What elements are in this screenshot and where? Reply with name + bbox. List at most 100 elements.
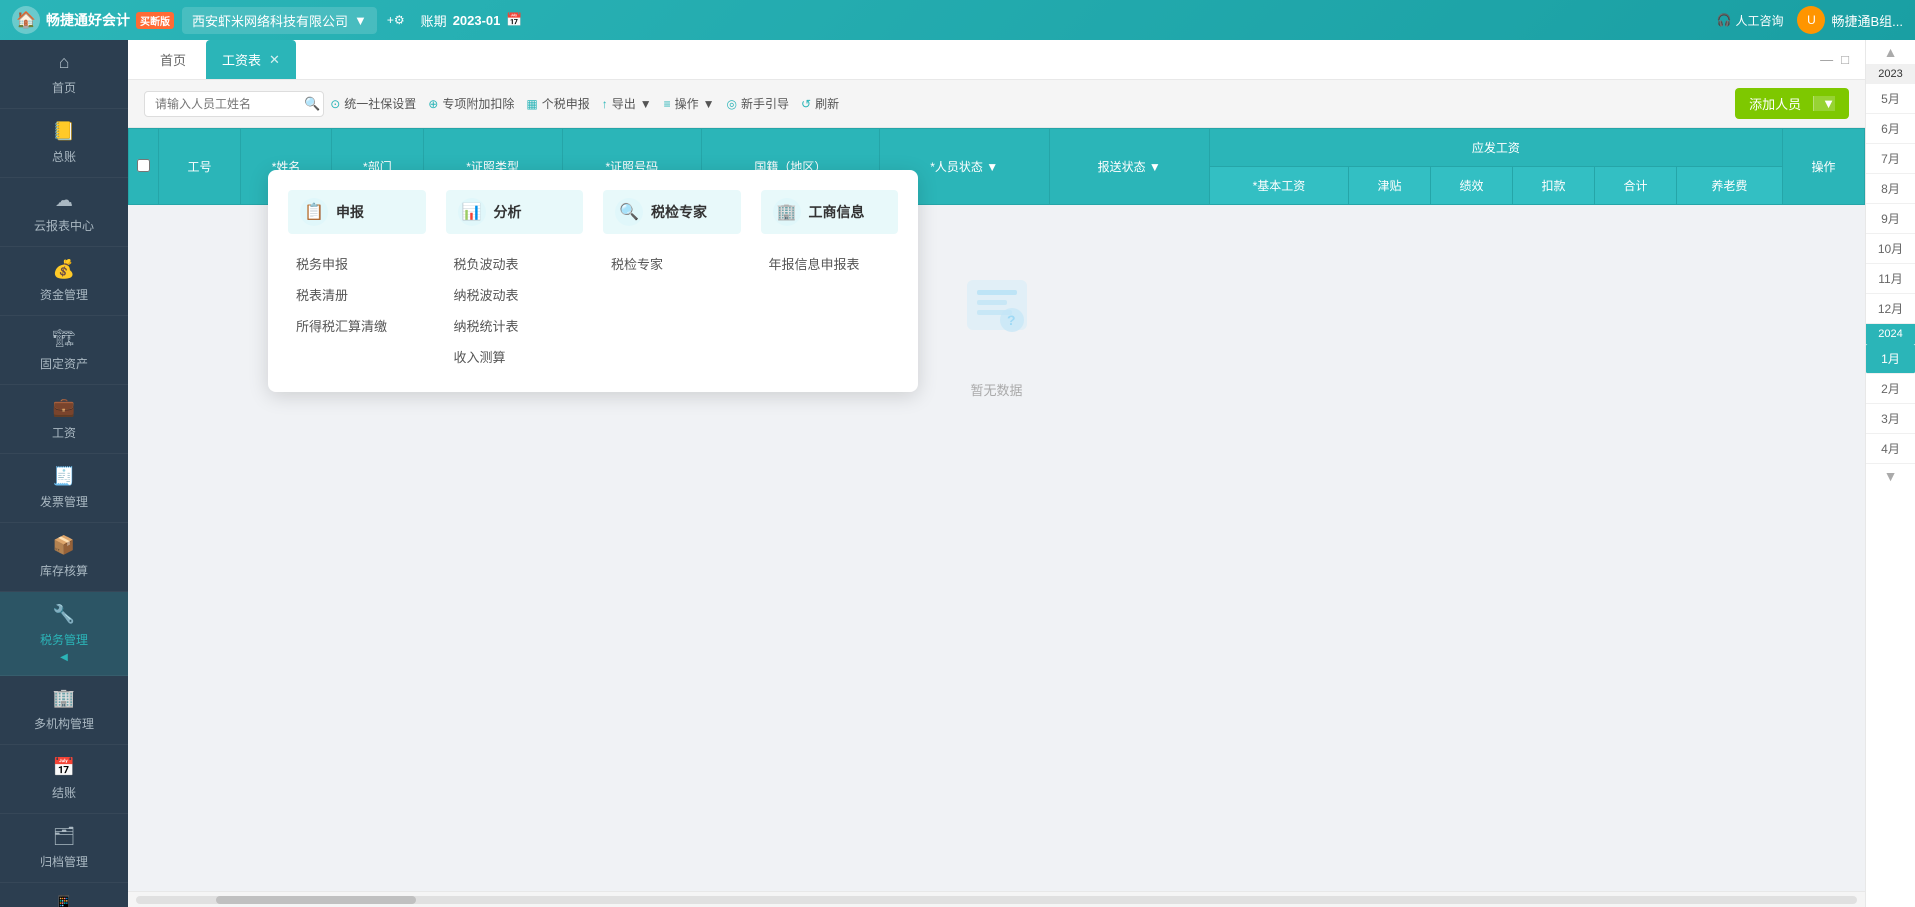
special-icon: ⊕	[428, 97, 438, 111]
new-guide-button[interactable]: ◎ 新手引导	[727, 95, 790, 112]
right-calendar: ▲ 2023 5月 6月 7月 8月 9月 10月 11月 12月 2024 1…	[1865, 40, 1915, 907]
sidebar-item-cloud-report[interactable]: ☁ 云报表中心	[0, 178, 128, 247]
sidebar-item-label: 固定资产	[40, 355, 88, 372]
sidebar-item-label: 总账	[52, 148, 76, 165]
sidebar-item-fixed-assets[interactable]: 🏗 固定资产	[0, 316, 128, 385]
sidebar-item-salary[interactable]: 💼 工资	[0, 385, 128, 454]
calendar-month-8[interactable]: 8月	[1866, 174, 1915, 204]
tab-salary[interactable]: 工资表 ✕	[206, 40, 296, 79]
ledger-icon: 📒	[53, 121, 75, 142]
calendar-year-2023: 2023	[1866, 64, 1915, 84]
sidebar-item-close-period[interactable]: 📅 结账	[0, 745, 128, 814]
operate-label: 操作	[675, 95, 699, 112]
svg-text:?: ?	[1007, 312, 1016, 328]
settings-icon-button[interactable]: ⚙	[394, 13, 405, 27]
home-icon: ⌂	[59, 52, 70, 73]
popup-item-tax-pay-wave[interactable]: 纳税波动表	[446, 279, 584, 310]
popup-item-income-tax-clear[interactable]: 所得税汇算清缴	[288, 310, 426, 341]
window-maximize-icon[interactable]: □	[1841, 52, 1849, 67]
calendar-month-9[interactable]: 9月	[1866, 204, 1915, 234]
app-name: 畅捷通好会计	[46, 10, 130, 30]
search-input[interactable]	[144, 91, 324, 117]
calendar-nav-up[interactable]: ▲	[1866, 40, 1915, 64]
tab-salary-label: 工资表	[222, 50, 261, 69]
add-dropdown-icon[interactable]: ▼	[1813, 96, 1835, 111]
popup-item-annual-report[interactable]: 年报信息申报表	[761, 248, 899, 279]
table-subheader-bonus: 津贴	[1349, 167, 1431, 205]
calendar-month-5[interactable]: 5月	[1866, 84, 1915, 114]
scroll-track[interactable]	[136, 896, 1857, 904]
tab-home[interactable]: 首页	[144, 40, 202, 79]
calendar-nav-down[interactable]: ▼	[1866, 464, 1915, 488]
company-selector[interactable]: 西安虾米网络科技有限公司 ▼	[182, 7, 377, 34]
toolbar: 🔍 ⊙ 统一社保设置 ⊕ 专项附加扣除 ▦ 个税申报 ↑ 导出 ▼	[128, 80, 1865, 128]
help-icon: 🎧	[1717, 13, 1732, 27]
declare-category-label: 申报	[336, 202, 364, 222]
table-header-salary-group: 应发工资	[1209, 129, 1782, 167]
sidebar-item-fund[interactable]: 💰 资金管理	[0, 247, 128, 316]
calendar-month-10[interactable]: 10月	[1866, 234, 1915, 264]
sidebar-item-ledger[interactable]: 📒 总账	[0, 109, 128, 178]
export-icon: ↑	[602, 97, 608, 111]
add-company-button[interactable]: +	[387, 13, 394, 27]
scroll-thumb[interactable]	[216, 896, 416, 904]
sidebar-item-label: 结账	[52, 784, 76, 801]
user-area[interactable]: U 畅捷通B组...	[1797, 6, 1903, 34]
table-subheader-deduct: 扣款	[1513, 167, 1595, 205]
popup-item-tax-table[interactable]: 税表清册	[288, 279, 426, 310]
special-deduct-button[interactable]: ⊕ 专项附加扣除	[428, 95, 514, 112]
sidebar-item-archive[interactable]: 🗂 归档管理	[0, 814, 128, 883]
popup-item-tax-wave[interactable]: 税负波动表	[446, 248, 584, 279]
sidebar: ⌂ 首页 📒 总账 ☁ 云报表中心 💰 资金管理 🏗 固定资产 💼 工资 🧾 发…	[0, 40, 128, 907]
analysis-category-label: 分析	[494, 202, 522, 222]
calendar-month-11[interactable]: 11月	[1866, 264, 1915, 294]
tab-close-icon[interactable]: ✕	[269, 52, 280, 68]
window-minimize-icon[interactable]: —	[1820, 52, 1833, 67]
popup-category-analysis-header: 📊 分析	[446, 190, 584, 234]
analysis-category-icon: 📊	[458, 198, 486, 226]
refresh-icon: ↺	[801, 97, 811, 111]
calendar-month-6[interactable]: 6月	[1866, 114, 1915, 144]
social-label: 统一社保设置	[344, 95, 416, 112]
company-name: 西安虾米网络科技有限公司	[192, 11, 348, 30]
table-subheader-base: *基本工资	[1209, 167, 1348, 205]
add-person-button[interactable]: 添加人员 ▼	[1735, 88, 1849, 119]
scrollbar-area[interactable]	[128, 891, 1865, 907]
business-info-category-icon: 🏢	[773, 198, 801, 226]
popup-item-tax-stat[interactable]: 纳税统计表	[446, 310, 584, 341]
calendar-month-3[interactable]: 3月	[1866, 404, 1915, 434]
popup-item-income-calc[interactable]: 收入测算	[446, 341, 584, 372]
sidebar-item-tax[interactable]: 🔧 税务管理 ◀	[0, 592, 128, 676]
refresh-button[interactable]: ↺ 刷新	[801, 95, 839, 112]
header-right: 🎧 人工咨询 U 畅捷通B组...	[1717, 6, 1903, 34]
popup-item-tax-check[interactable]: 税检专家	[603, 248, 741, 279]
calendar-month-12[interactable]: 12月	[1866, 294, 1915, 324]
calendar-month-2[interactable]: 2月	[1866, 374, 1915, 404]
table-header-check	[129, 129, 159, 205]
popup-item-tax-declare[interactable]: 税务申报	[288, 248, 426, 279]
sidebar-item-inventory[interactable]: 📦 库存核算	[0, 523, 128, 592]
sidebar-item-report-sale[interactable]: 📱 小畅报销	[0, 883, 128, 907]
export-button[interactable]: ↑ 导出 ▼	[602, 95, 652, 112]
operate-button[interactable]: ≡ 操作 ▼	[664, 95, 715, 112]
calendar-month-4[interactable]: 4月	[1866, 434, 1915, 464]
tax-icon: 🔧	[53, 604, 75, 625]
sidebar-item-home[interactable]: ⌂ 首页	[0, 40, 128, 109]
period-calendar-icon[interactable]: 📅	[506, 12, 522, 28]
calendar-month-7[interactable]: 7月	[1866, 144, 1915, 174]
sidebar-item-label: 资金管理	[40, 286, 88, 303]
sidebar-item-label: 库存核算	[40, 562, 88, 579]
tax-declare-label: 个税申报	[542, 95, 590, 112]
report-sale-icon: 📱	[53, 895, 75, 907]
tax-declare-button[interactable]: ▦ 个税申报	[526, 95, 589, 112]
select-all-checkbox[interactable]	[137, 159, 150, 172]
avatar: U	[1797, 6, 1825, 34]
sidebar-item-invoice[interactable]: 🧾 发票管理	[0, 454, 128, 523]
sidebar-item-multi-org[interactable]: 🏢 多机构管理	[0, 676, 128, 745]
tax-expert-category-icon: 🔍	[615, 198, 643, 226]
beta-badge: 买断版	[136, 12, 174, 29]
help-button[interactable]: 🎧 人工咨询	[1717, 12, 1784, 29]
calendar-month-1[interactable]: 1月	[1866, 344, 1915, 374]
social-settings-button[interactable]: ⊙ 统一社保设置	[330, 95, 416, 112]
add-label: 添加人员	[1749, 94, 1801, 113]
